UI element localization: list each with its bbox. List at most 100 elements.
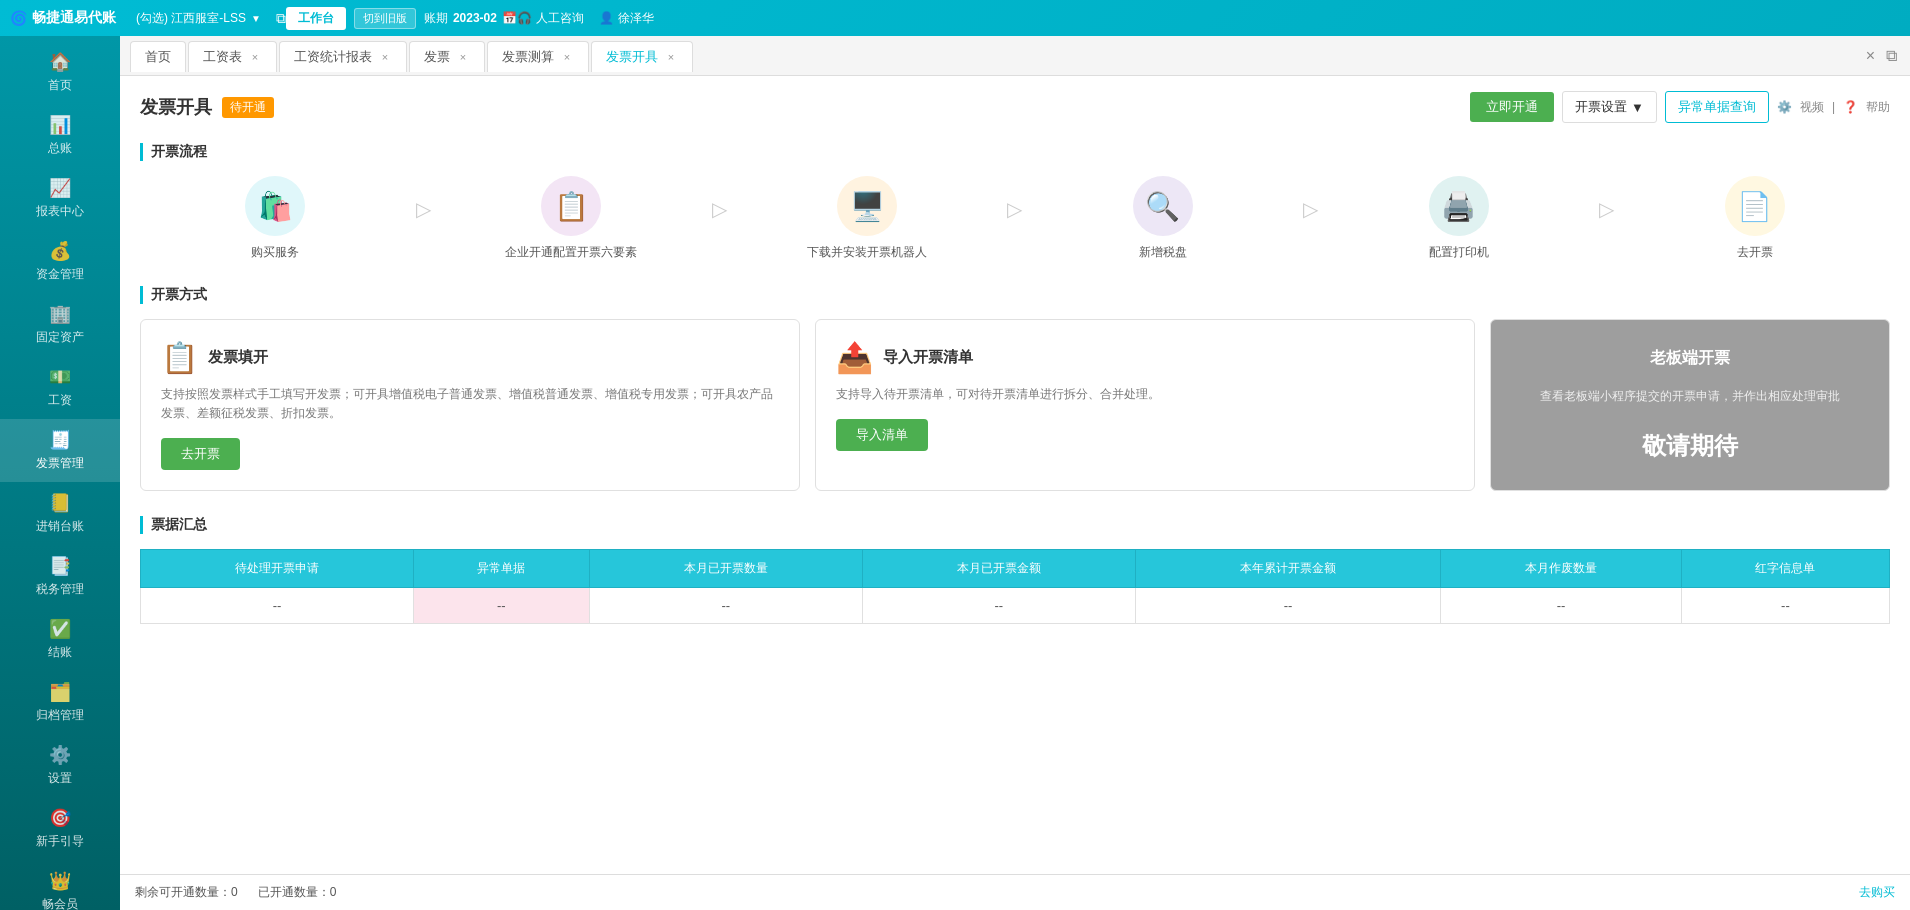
flow-arrow-1: ▷ xyxy=(416,197,431,221)
main-content: 首页 工资表 × 工资统计报表 × 发票 × 发票测算 × 发票开具 × xyxy=(120,36,1910,910)
tab-close-invoice-issue[interactable]: × xyxy=(664,50,678,64)
sidebar-item-guide[interactable]: 🎯 新手引导 xyxy=(0,797,120,860)
immediate-open-button[interactable]: 立即开通 xyxy=(1470,92,1554,122)
summary-section-title: 票据汇总 xyxy=(140,516,1890,534)
top-right-actions: 🎧 人工咨询 👤 徐泽华 xyxy=(517,10,654,27)
sidebar-item-purchase-sales[interactable]: 📒 进销台账 xyxy=(0,482,120,545)
summary-table-data-row: -- -- -- -- -- -- -- xyxy=(141,588,1890,624)
tax-disk-icon: 🔍 xyxy=(1133,176,1193,236)
chevron-down-icon: ▼ xyxy=(1631,100,1644,115)
flow-arrow-4: ▷ xyxy=(1303,197,1318,221)
sidebar-item-ledger[interactable]: 📊 总账 xyxy=(0,104,120,167)
tab-close-all-button[interactable]: × xyxy=(1863,44,1878,68)
col-abnormal: 异常单据 xyxy=(414,550,590,588)
tab-invoice-issue[interactable]: 发票开具 × xyxy=(591,41,693,72)
sidebar-item-invoice[interactable]: 🧾 发票管理 xyxy=(0,419,120,482)
headset-icon: 🎧 xyxy=(517,11,532,25)
old-card-desc: 查看老板端小程序提交的开票申请，并作出相应处理审批 xyxy=(1540,387,1840,405)
flow-section-title: 开票流程 xyxy=(140,143,1890,161)
method-card-manual: 📋 发票填开 支持按照发票样式手工填写开发票；可开具增值税电子普通发票、增值税普… xyxy=(140,319,800,491)
col-yearly-amount: 本年累计开票金额 xyxy=(1135,550,1440,588)
finance-icon: 💰 xyxy=(49,240,71,262)
open-settings-button[interactable]: 开票设置 ▼ xyxy=(1562,91,1657,123)
go-issue-button[interactable]: 去开票 xyxy=(161,438,240,470)
tab-salary[interactable]: 工资表 × xyxy=(188,41,277,72)
tab-close-invoice-calc[interactable]: × xyxy=(560,50,574,64)
manual-method-desc: 支持按照发票样式手工填写开发票；可开具增值税电子普通发票、增值税普通发票、增值税… xyxy=(161,385,779,423)
tab-close-salary-report[interactable]: × xyxy=(378,50,392,64)
page-content: 发票开具 待开通 立即开通 开票设置 ▼ 异常单据查询 ⚙️ 视频 | ❓ xyxy=(120,76,1910,874)
tab-salary-report[interactable]: 工资统计报表 × xyxy=(279,41,407,72)
switch-old-version-button[interactable]: 切到旧版 xyxy=(354,8,416,29)
flow-steps: 🛍️ 购买服务 ▷ 📋 企业开通配置开票六要素 ▷ 🖥️ 下载并安装开票机器人 … xyxy=(140,176,1890,261)
col-red-info: 红字信息单 xyxy=(1681,550,1889,588)
app-body: 🏠 首页 📊 总账 📈 报表中心 💰 资金管理 🏢 固定资产 💵 工资 🧾 发票… xyxy=(0,36,1910,910)
buy-service-label: 购买服务 xyxy=(251,244,299,261)
calendar-icon[interactable]: 📅 xyxy=(502,11,517,25)
printer-label: 配置打印机 xyxy=(1429,244,1489,261)
guide-icon: 🎯 xyxy=(49,807,71,829)
user-profile[interactable]: 👤 徐泽华 xyxy=(599,10,654,27)
method-card-import: 📤 导入开票清单 支持导入待开票清单，可对待开票清单进行拆分、合并处理。 导入清… xyxy=(815,319,1475,491)
sidebar-item-home[interactable]: 🏠 首页 xyxy=(0,41,120,104)
tab-invoice[interactable]: 发票 × xyxy=(409,41,485,72)
sidebar-item-assets[interactable]: 🏢 固定资产 xyxy=(0,293,120,356)
opened-count-label: 已开通数量：0 xyxy=(258,884,337,901)
tab-close-invoice[interactable]: × xyxy=(456,50,470,64)
col-pending: 待处理开票申请 xyxy=(141,550,414,588)
col-monthly-count: 本月已开票数量 xyxy=(589,550,862,588)
sidebar-item-reports[interactable]: 📈 报表中心 xyxy=(0,167,120,230)
manual-method-title: 发票填开 xyxy=(208,348,268,367)
tab-restore-button[interactable]: ⧉ xyxy=(1883,44,1900,68)
flow-step-tax-disk: 🔍 新增税盘 xyxy=(1027,176,1298,261)
invoice-methods: 📋 发票填开 支持按照发票样式手工填写开发票；可开具增值税电子普通发票、增值税普… xyxy=(140,319,1890,491)
flow-step-issue: 📄 去开票 xyxy=(1619,176,1890,261)
method-card-old: 老板端开票 查看老板端小程序提交的开票申请，并作出相应处理审批 敬请期待 xyxy=(1490,319,1890,491)
chevron-down-icon: ▼ xyxy=(251,13,261,24)
sidebar-item-membership[interactable]: 👑 畅会员 xyxy=(0,860,120,910)
avatar-icon: 👤 xyxy=(599,11,614,25)
sidebar-item-archive[interactable]: 🗂️ 归档管理 xyxy=(0,671,120,734)
download-icon: 🖥️ xyxy=(837,176,897,236)
tax-disk-label: 新增税盘 xyxy=(1139,244,1187,261)
sidebar-item-close-account[interactable]: ✅ 结账 xyxy=(0,608,120,671)
reports-icon: 📈 xyxy=(49,177,71,199)
flow-step-configure: 📋 企业开通配置开票六要素 xyxy=(436,176,707,261)
col-monthly-amount: 本月已开票金额 xyxy=(862,550,1135,588)
tab-bar: 首页 工资表 × 工资统计报表 × 发票 × 发票测算 × 发票开具 × xyxy=(120,36,1910,76)
method-header-import: 📤 导入开票清单 xyxy=(836,340,1454,375)
tab-close-salary[interactable]: × xyxy=(248,50,262,64)
abnormal-query-button[interactable]: 异常单据查询 xyxy=(1665,91,1769,123)
tax-icon: 📑 xyxy=(49,555,71,577)
import-method-desc: 支持导入待开票清单，可对待开票清单进行拆分、合并处理。 xyxy=(836,385,1454,404)
old-card-title: 老板端开票 xyxy=(1650,348,1730,369)
tab-home[interactable]: 首页 xyxy=(130,41,186,72)
flow-step-printer: 🖨️ 配置打印机 xyxy=(1323,176,1594,261)
sidebar-item-salary[interactable]: 💵 工资 xyxy=(0,356,120,419)
flow-step-download: 🖥️ 下载并安装开票机器人 xyxy=(732,176,1003,261)
sidebar: 🏠 首页 📊 总账 📈 报表中心 💰 资金管理 🏢 固定资产 💵 工资 🧾 发票… xyxy=(0,36,120,910)
sidebar-item-settings[interactable]: ⚙️ 设置 xyxy=(0,734,120,797)
sidebar-item-tax[interactable]: 📑 税务管理 xyxy=(0,545,120,608)
settings-icon: ⚙️ xyxy=(49,744,71,766)
flow-arrow-5: ▷ xyxy=(1599,197,1614,221)
page-title: 发票开具 xyxy=(140,95,212,119)
settings-icon: ⚙️ xyxy=(1777,100,1792,114)
col-void-count: 本月作废数量 xyxy=(1441,550,1682,588)
purchase-sales-icon: 📒 xyxy=(49,492,71,514)
coming-soon-text: 敬请期待 xyxy=(1642,430,1738,462)
status-badge: 待开通 xyxy=(222,97,274,118)
home-icon: 🏠 xyxy=(49,51,71,73)
customer-service[interactable]: 🎧 人工咨询 xyxy=(517,10,584,27)
import-method-icon: 📤 xyxy=(836,340,873,375)
workbench-button[interactable]: 工作台 xyxy=(286,7,346,30)
issue-label: 去开票 xyxy=(1737,244,1773,261)
salary-icon: 💵 xyxy=(49,366,71,388)
tab-invoice-calc[interactable]: 发票测算 × xyxy=(487,41,589,72)
remain-count-label: 剩余可开通数量：0 xyxy=(135,884,238,901)
buy-link[interactable]: 去购买 xyxy=(1859,884,1895,901)
company-selector[interactable]: (勾选) 江西服室-LSS ▼ xyxy=(136,10,261,27)
import-list-button[interactable]: 导入清单 xyxy=(836,419,928,451)
sidebar-item-finance[interactable]: 💰 资金管理 xyxy=(0,230,120,293)
import-method-title: 导入开票清单 xyxy=(883,348,973,367)
